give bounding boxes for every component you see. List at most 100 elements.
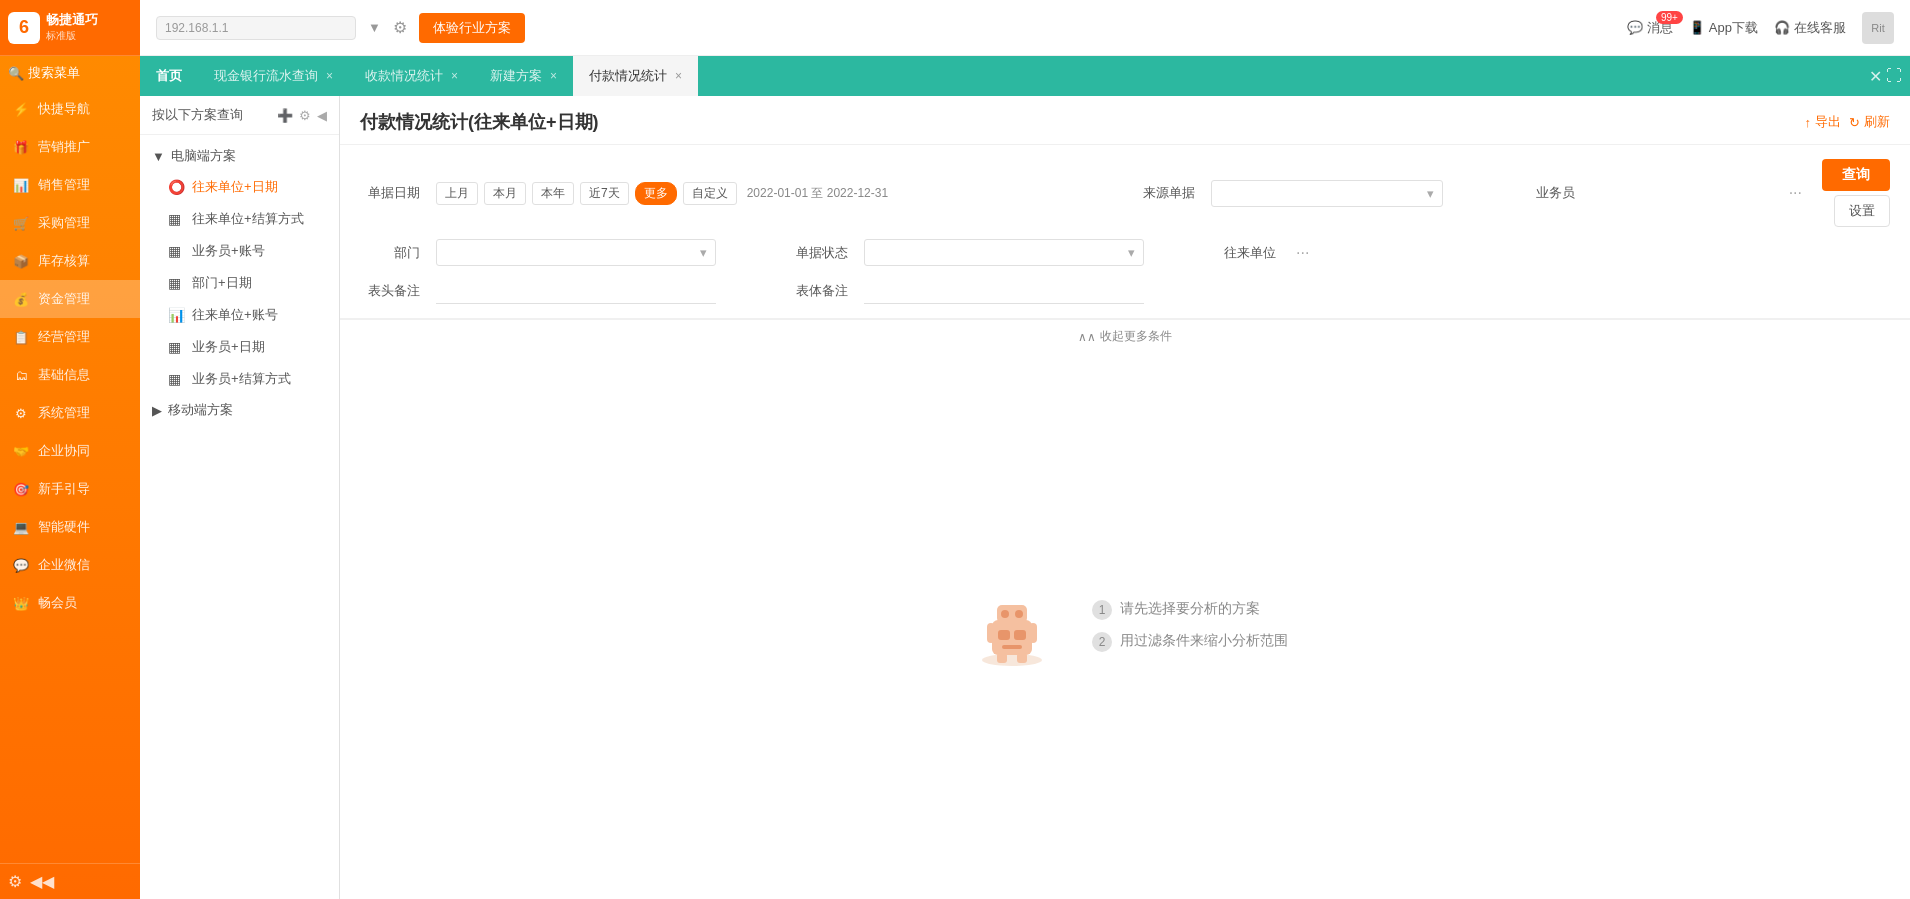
tab-cashflow-close[interactable]: × — [326, 69, 333, 83]
tab-home[interactable]: 首页 — [140, 56, 198, 96]
sidebar-item-label: 基础信息 — [38, 366, 90, 384]
sidebar-item-inventory[interactable]: 📦 库存核算 — [0, 242, 140, 280]
tip-text-2: 用过滤条件来缩小分析范围 — [1120, 632, 1288, 650]
date-btn-7days[interactable]: 近7天 — [580, 182, 629, 205]
tabbar: 首页 现金银行流水查询 × 收款情况统计 × 新建方案 × 付款情况统计 × ✕… — [140, 56, 1910, 96]
sidebar-item-finance[interactable]: 💰 资金管理 — [0, 280, 140, 318]
message-action[interactable]: 💬 消息 99+ — [1627, 19, 1673, 37]
refresh-icon: ↻ — [1849, 115, 1860, 130]
tab-new-scheme[interactable]: 新建方案 × — [474, 56, 573, 96]
address-bar[interactable]: 192.168.1.1 — [156, 16, 356, 40]
search-icon: 🔍 — [8, 66, 24, 81]
app-download-action[interactable]: 📱 App下载 — [1689, 19, 1758, 37]
sidebar-item-quick-nav[interactable]: ⚡ 快捷导航 — [0, 90, 140, 128]
header-remark-input[interactable] — [436, 278, 716, 304]
scheme-icon: ▦ — [168, 211, 184, 227]
sidebar-item-label: 智能硬件 — [38, 518, 90, 536]
service-action[interactable]: 🎧 在线客服 — [1774, 19, 1846, 37]
sidebar-item-sales[interactable]: 📊 销售管理 — [0, 166, 140, 204]
sidebar-item-wechat[interactable]: 💬 企业微信 — [0, 546, 140, 584]
filter-row-1: 单据日期 上月 本月 本年 近7天 更多 自定义 2022-01-01 至 20… — [360, 159, 1890, 227]
tree-item-staff-date[interactable]: ▦ 业务员+日期 — [140, 331, 339, 363]
sales-icon: 📊 — [12, 178, 30, 193]
date-btn-last-month[interactable]: 上月 — [436, 182, 478, 205]
sidebar-item-label: 企业微信 — [38, 556, 90, 574]
sidebar-settings-btn[interactable]: ⚙ — [8, 872, 22, 891]
tab-payment-stats[interactable]: 收款情况统计 × — [349, 56, 474, 96]
tab-payment-close[interactable]: × — [451, 69, 458, 83]
sidebar-collapse-btn[interactable]: ◀◀ — [30, 872, 54, 891]
collapse-icon: ∧∧ — [1078, 330, 1096, 344]
tree-mobile-label: 移动端方案 — [168, 401, 233, 419]
tree-item-unit-settle[interactable]: ▦ 往来单位+结算方式 — [140, 203, 339, 235]
sidebar-item-hardware[interactable]: 💻 智能硬件 — [0, 508, 140, 546]
sidebar-item-guide[interactable]: 🎯 新手引导 — [0, 470, 140, 508]
sidebar-item-operations[interactable]: 📋 经营管理 — [0, 318, 140, 356]
quick-nav-icon: ⚡ — [12, 102, 30, 117]
collapse-bar[interactable]: ∧∧ 收起更多条件 — [340, 319, 1910, 353]
filter-row-2: 部门 ▾ 单据状态 ▾ 往来单位 ··· — [360, 239, 1890, 266]
date-btn-this-year[interactable]: 本年 — [532, 182, 574, 205]
sidebar-item-marketing[interactable]: 🎁 营销推广 — [0, 128, 140, 166]
source-select[interactable]: ▾ — [1211, 180, 1444, 207]
staff-ellipsis-btn[interactable]: ··· — [1785, 184, 1806, 202]
address-chevron-icon[interactable]: ▼ — [368, 20, 381, 35]
svg-point-0 — [982, 654, 1042, 666]
sidebar-search[interactable]: 🔍 搜索菜单 — [0, 56, 140, 90]
sidebar-item-system[interactable]: ⚙ 系统管理 — [0, 394, 140, 432]
tree-item-unit-account[interactable]: 📊 往来单位+账号 — [140, 299, 339, 331]
system-icon: ⚙ — [12, 406, 30, 421]
sidebar: 6 畅捷通巧 标准版 🔍 搜索菜单 ⚡ 快捷导航 🎁 营销推广 📊 销售管理 🛒… — [0, 0, 140, 899]
service-icon: 🎧 — [1774, 20, 1790, 35]
empty-tips: 1 请先选择要分析的方案 2 用过滤条件来缩小分析范围 — [1092, 600, 1288, 652]
scheme-icon: ▦ — [168, 339, 184, 355]
tab-maximize-btn[interactable]: ⛶ — [1886, 67, 1902, 86]
scheme-collapse-icon[interactable]: ◀ — [317, 108, 327, 123]
tree-item-unit-date[interactable]: ⭕ 往来单位+日期 — [140, 171, 339, 203]
operations-icon: 📋 — [12, 330, 30, 345]
sidebar-item-collab[interactable]: 🤝 企业协同 — [0, 432, 140, 470]
scheme-add-icon[interactable]: ➕ — [277, 108, 293, 123]
body-remark-input[interactable] — [864, 278, 1144, 304]
settings-button[interactable]: 设置 — [1834, 195, 1890, 227]
dept-select[interactable]: ▾ — [436, 239, 716, 266]
service-label: 在线客服 — [1794, 19, 1846, 37]
sidebar-item-member[interactable]: 👑 畅会员 — [0, 584, 140, 622]
tab-cashflow[interactable]: 现金银行流水查询 × — [198, 56, 349, 96]
sidebar-item-purchase[interactable]: 🛒 采购管理 — [0, 204, 140, 242]
tree-group-mobile: ▶ 移动端方案 — [140, 395, 339, 425]
tree-mobile-header[interactable]: ▶ 移动端方案 — [140, 395, 339, 425]
export-button[interactable]: ↑ 导出 — [1805, 113, 1842, 131]
tab-close-all-btn[interactable]: ✕ — [1869, 67, 1882, 86]
date-btn-more[interactable]: 更多 — [635, 182, 677, 205]
date-btn-custom[interactable]: 自定义 — [683, 182, 737, 205]
tab-expense-close[interactable]: × — [675, 69, 682, 83]
tree-item-staff-account[interactable]: ▦ 业务员+账号 — [140, 235, 339, 267]
related-unit-label: 往来单位 — [1216, 244, 1276, 262]
tree-item-staff-settle[interactable]: ▦ 业务员+结算方式 — [140, 363, 339, 395]
header-remark-label: 表头备注 — [360, 282, 420, 300]
content-area: 按以下方案查询 ➕ ⚙ ◀ ▼ 电脑端方案 ⭕ 往来单位+日期 — [140, 96, 1910, 899]
collab-icon: 🤝 — [12, 444, 30, 459]
query-button[interactable]: 查询 — [1822, 159, 1890, 191]
date-btn-this-month[interactable]: 本月 — [484, 182, 526, 205]
tab-expense-stats[interactable]: 付款情况统计 × — [573, 56, 698, 96]
sidebar-item-basic-info[interactable]: 🗂 基础信息 — [0, 356, 140, 394]
trial-button[interactable]: 体验行业方案 — [419, 13, 525, 43]
scheme-gear-icon[interactable]: ⚙ — [299, 108, 311, 123]
refresh-button[interactable]: ↻ 刷新 — [1849, 113, 1890, 131]
tree-pc-header[interactable]: ▼ 电脑端方案 — [140, 141, 339, 171]
topbar-gear-icon[interactable]: ⚙ — [393, 18, 407, 37]
tree-item-label: 往来单位+日期 — [192, 178, 278, 196]
user-avatar[interactable]: Rit — [1862, 12, 1894, 44]
tab-new-scheme-close[interactable]: × — [550, 69, 557, 83]
svg-rect-11 — [997, 653, 1007, 663]
svg-rect-4 — [1002, 645, 1022, 649]
basic-info-icon: 🗂 — [12, 368, 30, 383]
header-actions: ↑ 导出 ↻ 刷新 — [1805, 113, 1891, 131]
main: 192.168.1.1 ▼ ⚙ 体验行业方案 💬 消息 99+ 📱 App下载 … — [140, 0, 1910, 899]
related-unit-ellipsis-btn[interactable]: ··· — [1292, 244, 1313, 262]
scheme-title: 按以下方案查询 — [152, 106, 243, 124]
doc-status-select[interactable]: ▾ — [864, 239, 1144, 266]
tree-item-dept-date[interactable]: ▦ 部门+日期 — [140, 267, 339, 299]
